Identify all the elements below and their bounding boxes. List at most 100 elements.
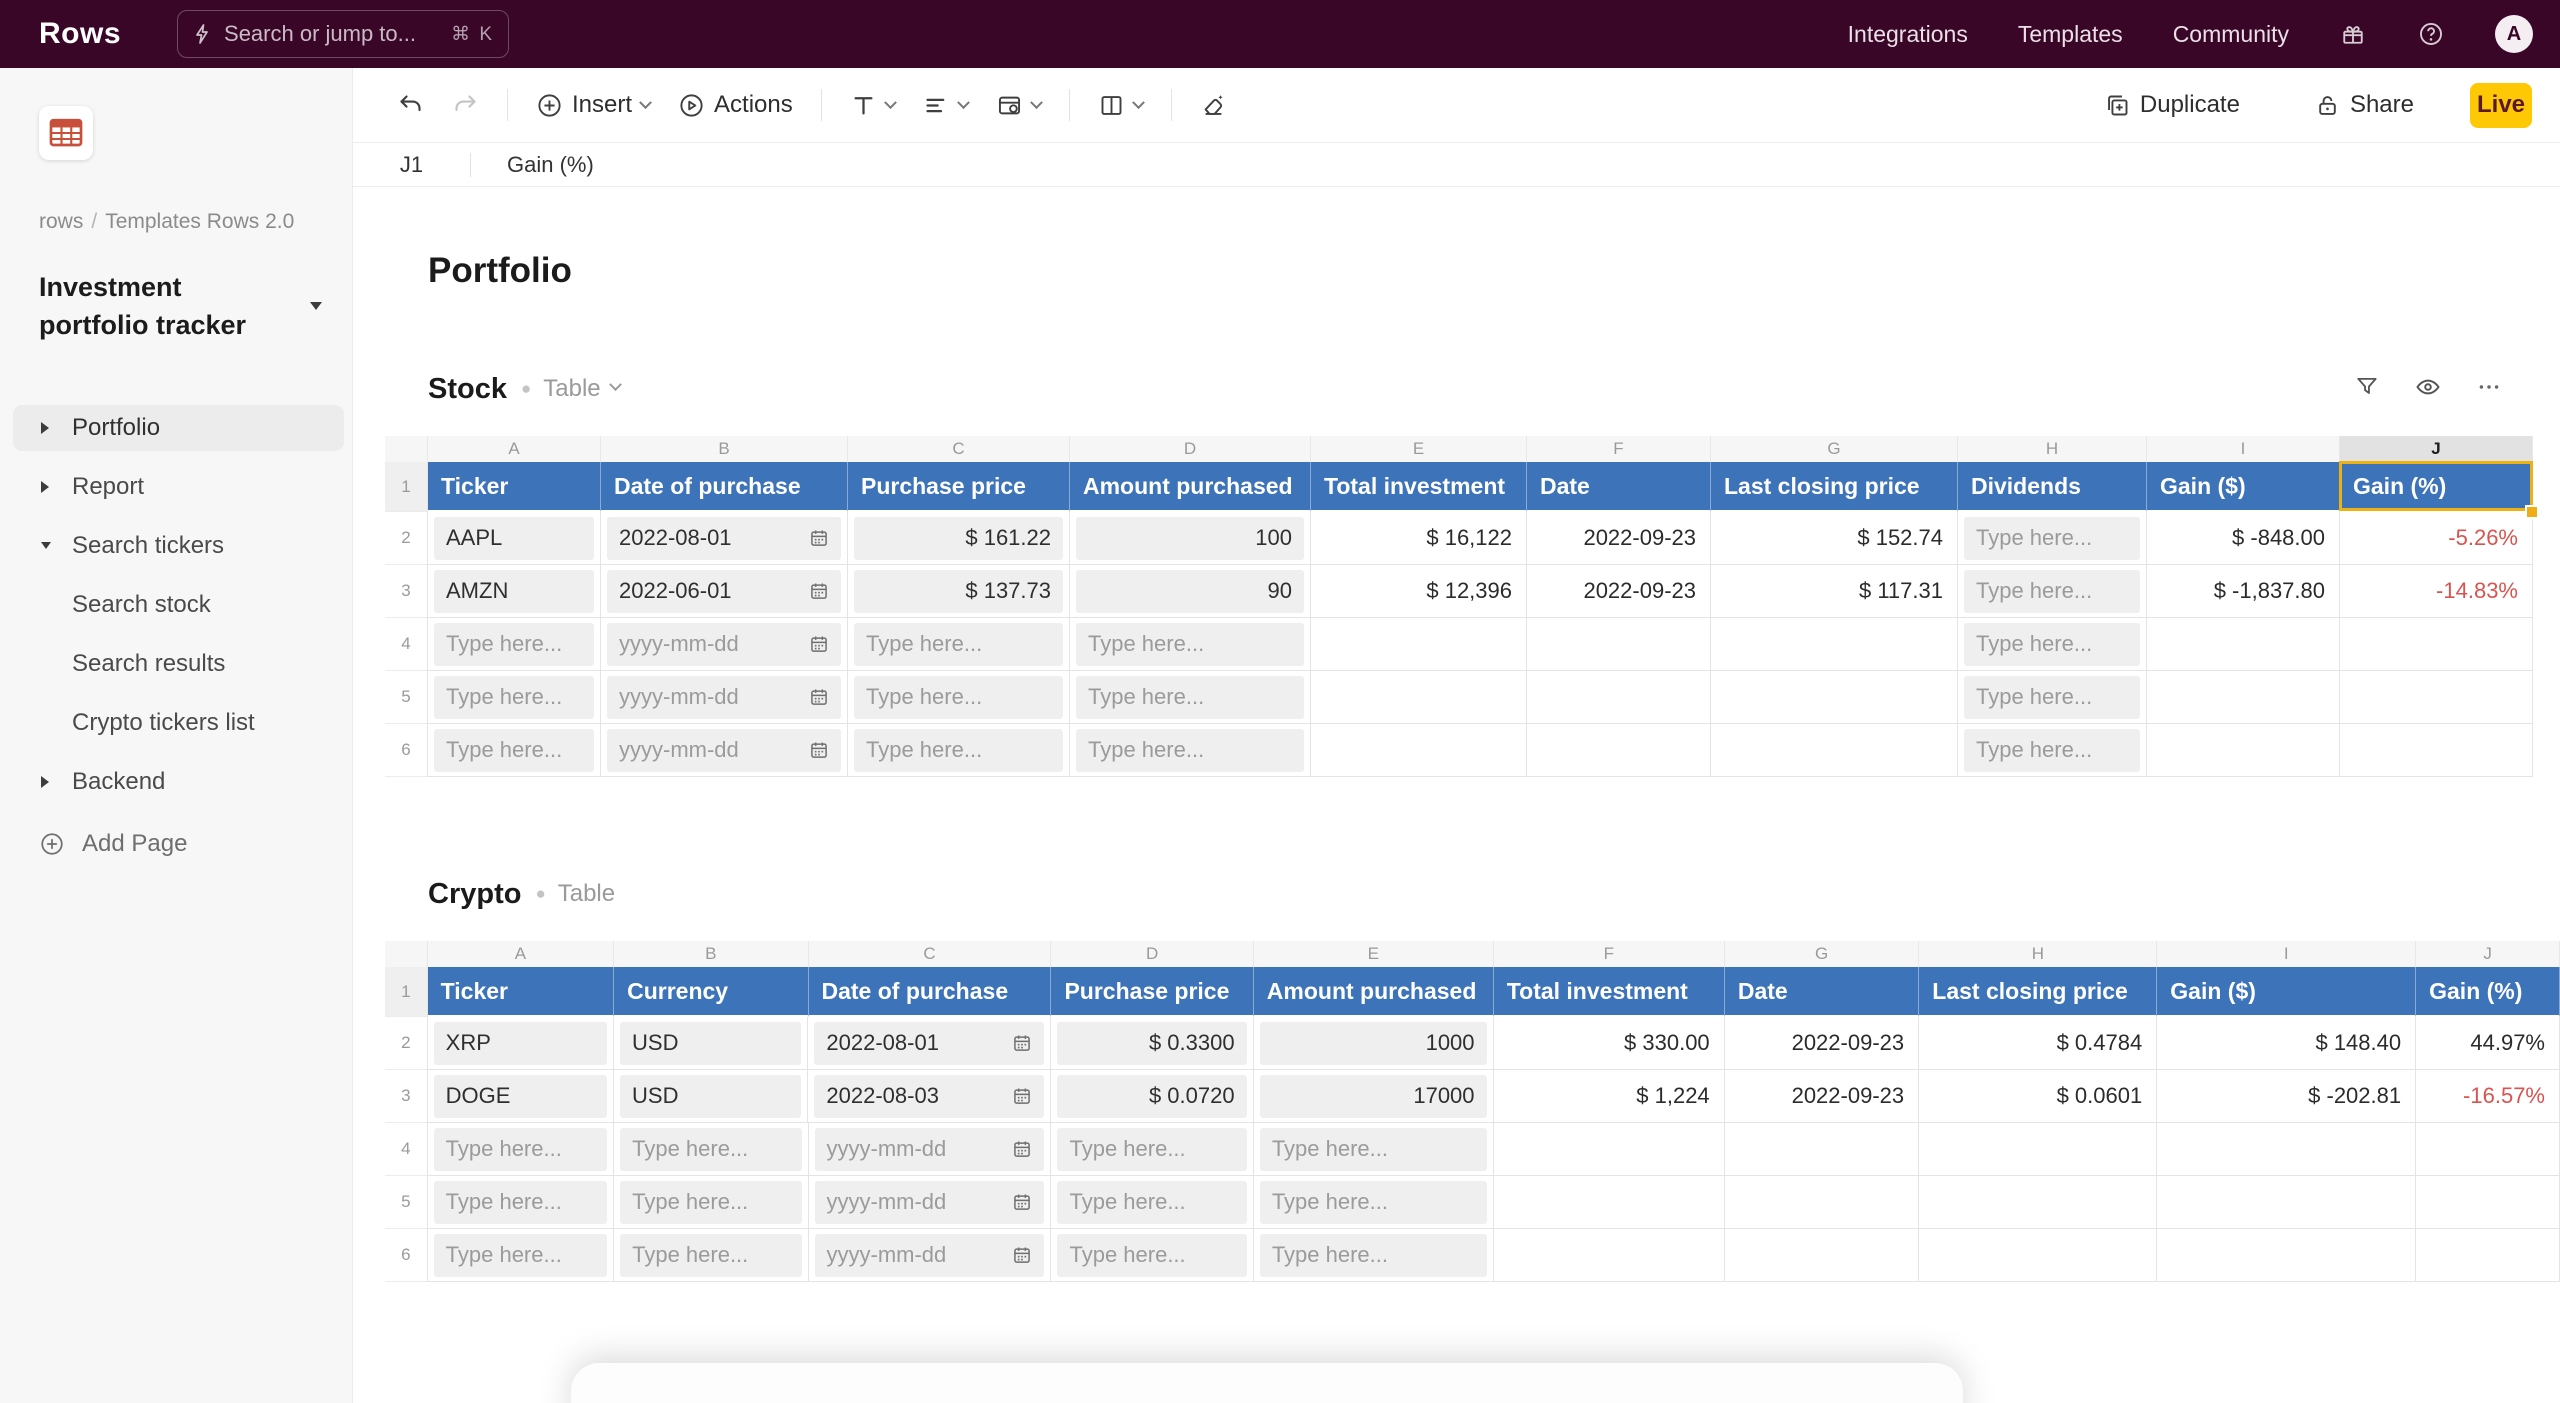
cell[interactable]: Type here... <box>1958 512 2147 565</box>
row-number[interactable]: 6 <box>385 724 428 777</box>
column-letter-H[interactable]: H <box>1958 436 2147 462</box>
cell[interactable]: Type here... <box>1253 1229 1494 1282</box>
cell[interactable]: DOGE <box>427 1070 615 1123</box>
cell[interactable] <box>1919 1229 2158 1282</box>
cell[interactable]: Type here... <box>1070 724 1311 777</box>
cell[interactable] <box>2416 1176 2560 1229</box>
cell[interactable] <box>1527 618 1711 671</box>
column-letter-D[interactable]: D <box>1051 941 1254 967</box>
row-number[interactable]: 3 <box>385 565 428 618</box>
column-letter-C[interactable]: C <box>808 941 1052 967</box>
cell[interactable] <box>1711 671 1958 724</box>
header-cell[interactable]: Ticker <box>428 462 601 512</box>
cell[interactable]: Type here... <box>428 671 601 724</box>
eye-icon[interactable] <box>2414 373 2442 401</box>
cell[interactable]: yyyy-mm-dd <box>808 1229 1052 1282</box>
row-number[interactable]: 2 <box>385 1017 428 1070</box>
cell[interactable]: $ 16,122 <box>1311 512 1527 565</box>
cell[interactable]: 44.97% <box>2416 1017 2560 1070</box>
cell[interactable] <box>2340 618 2533 671</box>
cell[interactable] <box>1493 1176 1725 1229</box>
cell[interactable]: Type here... <box>848 618 1070 671</box>
stock-table-name[interactable]: Stock <box>428 373 507 406</box>
formula-input[interactable]: Gain (%) <box>507 152 2560 178</box>
more-options-icon[interactable] <box>2476 374 2502 400</box>
cell[interactable]: $ 0.0601 <box>1919 1070 2158 1123</box>
cell[interactable]: yyyy-mm-dd <box>601 671 848 724</box>
sidebar-item-portfolio[interactable]: Portfolio <box>13 404 344 451</box>
row-number[interactable]: 4 <box>385 618 428 671</box>
cell[interactable]: $ -202.81 <box>2157 1070 2417 1123</box>
cell[interactable]: $ 1,224 <box>1493 1070 1725 1123</box>
cell[interactable]: AAPL <box>428 512 601 565</box>
header-cell[interactable]: Currency <box>614 967 809 1017</box>
header-cell[interactable]: Amount purchased <box>1253 967 1494 1017</box>
duplicate-button[interactable]: Duplicate <box>2094 83 2250 127</box>
borders-button[interactable] <box>1088 84 1153 127</box>
header-cell[interactable]: Total investment <box>1493 967 1725 1017</box>
nav-integrations[interactable]: Integrations <box>1848 21 1968 48</box>
cell[interactable]: 2022-08-01 <box>808 1017 1052 1070</box>
cell[interactable] <box>2147 618 2340 671</box>
fill-handle[interactable] <box>2525 505 2539 519</box>
cell[interactable]: $ 137.73 <box>848 565 1070 618</box>
redo-button[interactable] <box>442 84 489 127</box>
cell[interactable]: Type here... <box>427 1229 615 1282</box>
header-cell[interactable]: Last closing price <box>1711 462 1958 512</box>
header-cell[interactable]: Date of purchase <box>808 967 1052 1017</box>
cell[interactable] <box>1724 1176 1920 1229</box>
column-letter-A[interactable]: A <box>428 436 601 462</box>
cell[interactable]: Type here... <box>1070 671 1311 724</box>
cell[interactable]: Type here... <box>1253 1123 1494 1176</box>
cell[interactable]: $ 117.31 <box>1711 565 1958 618</box>
crypto-table-type[interactable]: Table <box>558 880 615 908</box>
cell[interactable]: 2022-09-23 <box>1527 565 1711 618</box>
column-letter-J[interactable]: J <box>2416 941 2560 967</box>
cell[interactable]: Type here... <box>1070 618 1311 671</box>
cell[interactable]: $ 148.40 <box>2157 1017 2417 1070</box>
column-letter-F[interactable]: F <box>1493 941 1725 967</box>
sidebar-item-crypto-tickers-list[interactable]: Crypto tickers list <box>13 700 344 746</box>
add-page-button[interactable]: Add Page <box>13 821 352 867</box>
cell[interactable] <box>2416 1229 2560 1282</box>
column-letter-D[interactable]: D <box>1070 436 1311 462</box>
cell[interactable]: Type here... <box>427 1123 615 1176</box>
cell[interactable]: $ 0.3300 <box>1051 1017 1254 1070</box>
column-letter-F[interactable]: F <box>1527 436 1711 462</box>
cell[interactable] <box>1724 1123 1920 1176</box>
gift-icon[interactable] <box>2339 20 2367 48</box>
cell[interactable]: Type here... <box>1958 724 2147 777</box>
header-cell[interactable]: Gain ($) <box>2147 462 2340 512</box>
cell[interactable] <box>1311 724 1527 777</box>
actions-button[interactable]: Actions <box>668 83 803 127</box>
cell[interactable] <box>1919 1123 2158 1176</box>
cell[interactable]: 2022-09-23 <box>1724 1070 1920 1123</box>
cell[interactable] <box>1711 724 1958 777</box>
global-search-input[interactable]: Search or jump to... ⌘ K <box>177 10 510 58</box>
spreadsheet-app-icon[interactable] <box>39 106 93 160</box>
text-format-button[interactable] <box>840 84 905 127</box>
cell[interactable]: Type here... <box>848 671 1070 724</box>
cell[interactable]: USD <box>614 1017 809 1070</box>
cell-color-button[interactable] <box>986 84 1051 127</box>
cell[interactable]: yyyy-mm-dd <box>601 618 848 671</box>
undo-button[interactable] <box>387 84 434 127</box>
cell[interactable]: yyyy-mm-dd <box>808 1176 1052 1229</box>
column-letter-J[interactable]: J <box>2340 436 2533 462</box>
cell[interactable] <box>2157 1229 2417 1282</box>
cell[interactable]: Type here... <box>614 1123 809 1176</box>
workbook-title-dropdown[interactable]: Investment portfolio tracker <box>39 268 340 345</box>
cell[interactable] <box>1724 1229 1920 1282</box>
cell[interactable]: 2022-09-23 <box>1527 512 1711 565</box>
header-cell[interactable]: Gain (%) <box>2339 461 2539 519</box>
corner-cell[interactable] <box>385 436 428 462</box>
row-number[interactable]: 5 <box>385 1176 428 1229</box>
cell[interactable]: 100 <box>1070 512 1311 565</box>
column-letter-I[interactable]: I <box>2157 941 2417 967</box>
column-letter-A[interactable]: A <box>427 941 615 967</box>
cell[interactable] <box>2416 1123 2560 1176</box>
sidebar-item-report[interactable]: Report <box>13 464 344 510</box>
rows-logo[interactable]: Rows <box>39 17 121 51</box>
column-letter-B[interactable]: B <box>614 941 809 967</box>
row-number[interactable]: 1 <box>385 462 428 512</box>
